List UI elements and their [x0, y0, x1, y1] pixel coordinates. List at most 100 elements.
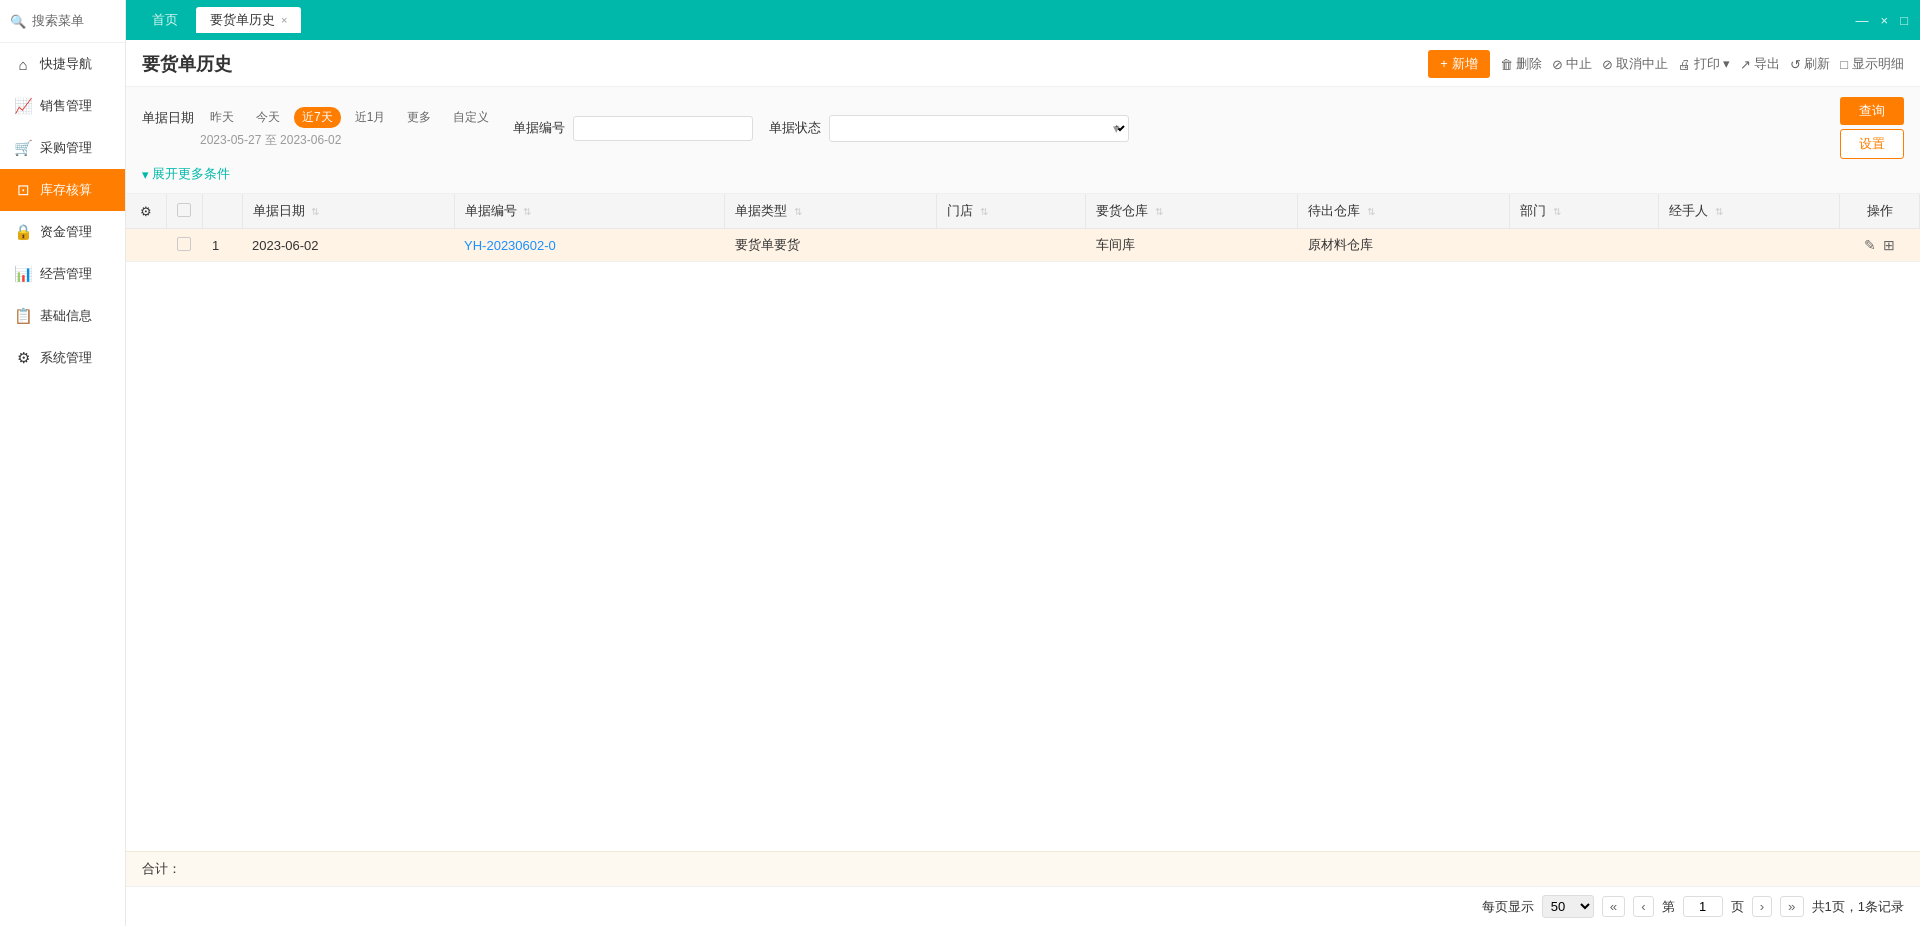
date-shortcuts: 昨天今天近7天近1月更多自定义 [202, 107, 497, 128]
table-container: ⚙ 单据日期 ⇅ 单据编号 ⇅ 单据类型 ⇅ 门店 ⇅ 要货仓库 ⇅ 待出仓库 … [126, 194, 1920, 851]
sidebar-item-system[interactable]: ⚙系统管理 [0, 337, 125, 379]
status-select[interactable] [829, 115, 1129, 142]
export-button[interactable]: ↗ 导出 [1740, 55, 1780, 73]
expand-more-button[interactable]: ▾ 展开更多条件 [142, 165, 1904, 183]
date-shortcut-近1月[interactable]: 近1月 [347, 107, 394, 128]
doc-number-filter: 单据编号 [513, 116, 753, 141]
select-all-checkbox[interactable] [177, 203, 191, 217]
col-checkbox [166, 194, 202, 229]
row-type-0: 要货单要货 [725, 229, 937, 262]
page-number-input[interactable] [1683, 896, 1723, 917]
export-icon: ↗ [1740, 57, 1751, 72]
first-page-button[interactable]: « [1602, 896, 1625, 917]
search-icon: 🔍 [10, 14, 26, 29]
stop-icon: ⊘ [1552, 57, 1563, 72]
sidebar-item-label: 快捷导航 [40, 55, 92, 73]
refresh-icon: ↺ [1790, 57, 1801, 72]
checkbox-display-icon: □ [1840, 57, 1848, 72]
col-handler: 经手人 ⇅ [1659, 194, 1840, 229]
per-page-select[interactable]: 2050100200 [1542, 895, 1594, 918]
display-detail-button[interactable]: □ 显示明细 [1840, 55, 1904, 73]
cancel-stop-button[interactable]: ⊘ 取消中止 [1602, 55, 1668, 73]
operations-icon: 📊 [14, 265, 32, 283]
sidebar-item-label: 基础信息 [40, 307, 92, 325]
total-label: 合计： [142, 861, 181, 876]
per-page-label: 每页显示 [1482, 898, 1534, 916]
sidebar-item-label: 系统管理 [40, 349, 92, 367]
sidebar-item-operations[interactable]: 📊 经营管理 [0, 253, 125, 295]
purchase-icon: 🛒 [14, 139, 32, 157]
col-type: 单据类型 ⇅ [725, 194, 937, 229]
sidebar-item-inventory[interactable]: ⊡库存核算 [0, 169, 125, 211]
window-resize-icon[interactable]: □ [1900, 13, 1908, 28]
main-area: 首页 要货单历史 × — × □ 要货单历史 + 新增 🗑 🗑 删除 删除 [126, 0, 1920, 926]
last-page-button[interactable]: » [1780, 896, 1803, 917]
page-prefix: 第 [1662, 898, 1675, 916]
status-filter: 单据状态 ▾ [769, 115, 1824, 142]
sales-icon: 📈 [14, 97, 32, 115]
row-select-checkbox-0[interactable] [177, 237, 191, 251]
filter-row-1: 单据日期 昨天今天近7天近1月更多自定义 2023-05-27 至 2023-0… [142, 97, 1904, 159]
date-range-display: 2023-05-27 至 2023-06-02 [200, 132, 341, 149]
row-store-0 [937, 229, 1086, 262]
sidebar-item-label: 经营管理 [40, 265, 92, 283]
sidebar-search-label: 搜索菜单 [32, 12, 84, 30]
row-pending-warehouse-0: 原材料仓库 [1298, 229, 1510, 262]
sidebar-item-quick-nav[interactable]: ⌂快捷导航 [0, 43, 125, 85]
doc-number-input[interactable] [573, 116, 753, 141]
col-store: 门店 ⇅ [937, 194, 1086, 229]
refresh-button[interactable]: ↺ 刷新 [1790, 55, 1830, 73]
delete-button[interactable]: 🗑 🗑 删除 删除 [1500, 55, 1542, 73]
col-date: 单据日期 ⇅ [242, 194, 454, 229]
settings-button[interactable]: 设置 [1840, 129, 1904, 159]
date-shortcut-近7天[interactable]: 近7天 [294, 107, 341, 128]
sidebar-item-basic-info[interactable]: 📋基础信息 [0, 295, 125, 337]
tab-home[interactable]: 首页 [138, 7, 192, 33]
col-pending-warehouse: 待出仓库 ⇅ [1298, 194, 1510, 229]
sidebar-search[interactable]: 🔍 搜索菜单 [0, 0, 125, 43]
filter-area: 单据日期 昨天今天近7天近1月更多自定义 2023-05-27 至 2023-0… [126, 87, 1920, 194]
sidebar: 🔍 搜索菜单 ⌂快捷导航📈销售管理🛒采购管理⊡库存核算 🔒 资金管理 📊 经营管理 📋基础… [0, 0, 126, 926]
new-button[interactable]: + 新增 [1428, 50, 1489, 78]
col-department: 部门 ⇅ [1510, 194, 1659, 229]
query-button[interactable]: 查询 [1840, 97, 1904, 125]
row-copy-icon-0[interactable]: ⊞ [1883, 237, 1895, 253]
sidebar-item-purchase[interactable]: 🛒采购管理 [0, 127, 125, 169]
topbar: 首页 要货单历史 × — × □ [126, 0, 1920, 40]
prev-page-button[interactable]: ‹ [1633, 896, 1653, 917]
sidebar-item-finance[interactable]: 🔒 资金管理 [0, 211, 125, 253]
col-settings[interactable]: ⚙ [126, 194, 166, 229]
tab-close-icon[interactable]: × [281, 14, 287, 26]
status-label: 单据状态 [769, 119, 821, 137]
row-handler-0 [1659, 229, 1840, 262]
content-area: 要货单历史 + 新增 🗑 🗑 删除 删除 ⊘ 中止 ⊘ 取消中止 🖨 [126, 40, 1920, 926]
sidebar-item-label: 资金管理 [40, 223, 92, 241]
cancel-stop-icon: ⊘ [1602, 57, 1613, 72]
page-title: 要货单历史 [142, 52, 232, 76]
row-edit-icon-0[interactable]: ✎ [1864, 237, 1876, 253]
row-date-0: 2023-06-02 [242, 229, 454, 262]
print-button[interactable]: 🖨 打印 ▾ [1678, 55, 1731, 73]
page-suffix: 页 [1731, 898, 1744, 916]
window-close-icon[interactable]: × [1881, 13, 1889, 28]
print-icon: 🖨 [1678, 57, 1691, 72]
next-page-button[interactable]: › [1752, 896, 1772, 917]
stop-button[interactable]: ⊘ 中止 [1552, 55, 1592, 73]
page-header: 要货单历史 + 新增 🗑 🗑 删除 删除 ⊘ 中止 ⊘ 取消中止 🖨 [126, 40, 1920, 87]
delete-icon: 🗑 [1500, 57, 1513, 72]
date-shortcut-昨天[interactable]: 昨天 [202, 107, 242, 128]
date-shortcut-更多[interactable]: 更多 [399, 107, 439, 128]
chevron-down-icon: ▾ [142, 167, 149, 182]
row-checkbox-0 [166, 229, 202, 262]
date-shortcut-今天[interactable]: 今天 [248, 107, 288, 128]
table-header-row: ⚙ 单据日期 ⇅ 单据编号 ⇅ 单据类型 ⇅ 门店 ⇅ 要货仓库 ⇅ 待出仓库 … [126, 194, 1920, 229]
sidebar-item-sales[interactable]: 📈销售管理 [0, 85, 125, 127]
col-req-warehouse: 要货仓库 ⇅ [1086, 194, 1298, 229]
finance-icon: 🔒 [14, 223, 32, 241]
window-minimize-icon[interactable]: — [1856, 13, 1869, 28]
date-filter-label: 单据日期 [142, 109, 194, 127]
tab-active[interactable]: 要货单历史 × [196, 7, 301, 33]
row-number-0[interactable]: YH-20230602-0 [454, 229, 725, 262]
date-shortcut-自定义[interactable]: 自定义 [445, 107, 497, 128]
col-seq [202, 194, 242, 229]
